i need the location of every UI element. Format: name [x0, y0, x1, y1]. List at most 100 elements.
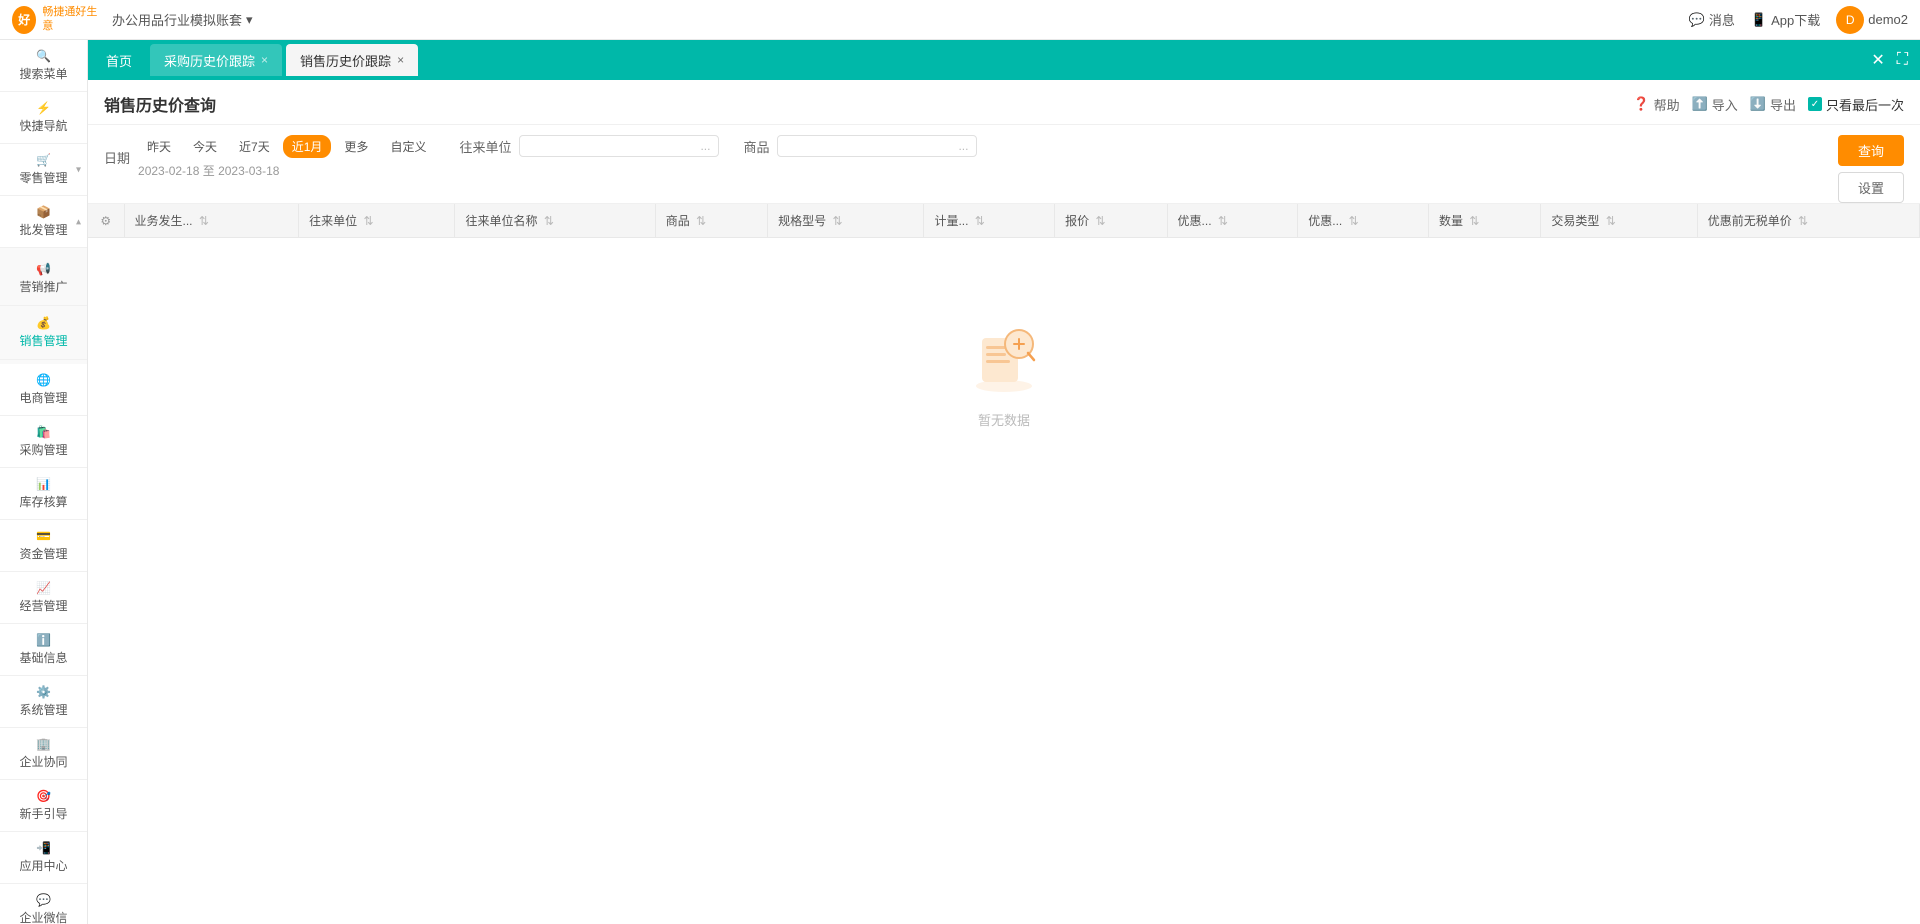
th-trade-type[interactable]: 交易类型 ⇅ — [1541, 204, 1697, 238]
date-btn-more[interactable]: 更多 — [335, 135, 377, 158]
help-label: 帮助 — [1654, 95, 1680, 114]
date-btn-custom[interactable]: 自定义 — [381, 135, 435, 158]
sort-icon: ⇅ — [363, 214, 373, 228]
th-partner-name-label: 往来单位名称 — [465, 214, 537, 228]
tab-sales-close-icon[interactable]: × — [397, 53, 404, 67]
app-icon: 📲 — [36, 841, 51, 855]
date-btn-today[interactable]: 今天 — [184, 135, 226, 158]
page-header: 销售历史价查询 ❓ 帮助 ⬆️ 导入 ⬇️ 导出 ✓ 只看最后一次 — [88, 80, 1920, 125]
tab-purchase-history-label: 采购历史价跟踪 — [164, 51, 255, 70]
sort-icon: ⇅ — [1218, 214, 1228, 228]
th-biz-date[interactable]: 业务发生... ⇅ — [124, 204, 299, 238]
only-last-checkbox[interactable]: ✓ 只看最后一次 — [1808, 95, 1904, 114]
th-product[interactable]: 商品 ⇅ — [655, 204, 767, 238]
header-dropdown[interactable]: 办公用品行业模拟账套 ▾ — [100, 10, 1689, 29]
tab-sales-history[interactable]: 销售历史价跟踪 × — [286, 44, 418, 76]
th-discount1[interactable]: 优惠... ⇅ — [1167, 204, 1298, 238]
th-unit[interactable]: 计量... ⇅ — [924, 204, 1055, 238]
query-button[interactable]: 查询 — [1838, 135, 1904, 166]
filter-area: 日期 昨天 今天 近7天 近1月 更多 自定义 2023-02-18 至 202… — [88, 125, 1920, 204]
sidebar-item-label: 库存核算 — [19, 493, 67, 510]
th-partner-name[interactable]: 往来单位名称 ⇅ — [455, 204, 655, 238]
avatar: D — [1836, 6, 1864, 34]
message-label: 消息 — [1709, 10, 1735, 29]
sidebar-item-search[interactable]: 🔍 搜索菜单 — [0, 40, 87, 92]
sidebar-item-label: 资金管理 — [19, 545, 67, 562]
data-table: ⚙ 业务发生... ⇅ 往来单位 ⇅ 往来单位名称 ⇅ — [88, 204, 1920, 238]
th-discount2-label: 优惠... — [1308, 214, 1342, 228]
sidebar-item-guide[interactable]: 🎯 新手引导 — [0, 780, 87, 832]
th-quantity[interactable]: 数量 ⇅ — [1428, 204, 1540, 238]
tab-close-all-icon[interactable]: ✕ — [1871, 50, 1884, 70]
message-btn[interactable]: 💬 消息 — [1689, 10, 1735, 29]
sidebar-item-sales[interactable]: 💰 销售管理 — [0, 306, 87, 360]
date-btn-yesterday[interactable]: 昨天 — [138, 135, 180, 158]
chevron-down-icon: ▾ — [76, 164, 81, 175]
sidebar-item-system[interactable]: ⚙️ 系统管理 — [0, 676, 87, 728]
import-icon: ⬆️ — [1692, 96, 1708, 112]
sort-icon: ⇅ — [1469, 214, 1479, 228]
product-input[interactable]: ... — [777, 135, 977, 157]
sidebar-item-marketing[interactable]: 📢 营销推广 — [0, 252, 87, 306]
sidebar-item-retail[interactable]: 🛒 零售管理 ▾ — [0, 144, 87, 196]
sort-icon: ⇅ — [544, 214, 554, 228]
help-btn[interactable]: ❓ 帮助 — [1633, 95, 1679, 114]
retail-icon: 🛒 — [36, 153, 51, 167]
export-icon: ⬇️ — [1750, 96, 1766, 112]
sidebar-item-app-center[interactable]: 📲 应用中心 — [0, 832, 87, 884]
sort-icon: ⇅ — [1096, 214, 1106, 228]
date-filter-group: 日期 昨天 今天 近7天 近1月 更多 自定义 2023-02-18 至 202… — [104, 135, 435, 179]
date-btn-7days[interactable]: 近7天 — [230, 135, 279, 158]
sidebar-item-label: 企业微信 — [19, 909, 67, 924]
sidebar-item-enterprise[interactable]: 🏢 企业协同 — [0, 728, 87, 780]
tab-fullscreen-icon[interactable]: ⛶ — [1897, 51, 1908, 69]
sidebar-item-wx[interactable]: 💬 企业微信 — [0, 884, 87, 924]
sort-icon: ⇅ — [199, 214, 209, 228]
sidebar-item-finance[interactable]: 💳 资金管理 — [0, 520, 87, 572]
th-discount1-label: 优惠... — [1178, 214, 1212, 228]
product-filter-group: 商品 ... — [743, 135, 977, 157]
sidebar-item-purchase[interactable]: 🛍️ 采购管理 — [0, 416, 87, 468]
system-icon: ⚙️ — [36, 685, 51, 699]
sort-icon: ⇅ — [975, 214, 985, 228]
th-settings[interactable]: ⚙ — [88, 204, 124, 238]
th-quote[interactable]: 报价 ⇅ — [1055, 204, 1167, 238]
export-btn[interactable]: ⬇️ 导出 — [1750, 95, 1796, 114]
sort-icon: ⇅ — [1798, 214, 1808, 228]
sidebar-item-label: 批发管理 — [19, 221, 67, 238]
th-spec[interactable]: 规格型号 ⇅ — [768, 204, 924, 238]
tab-purchase-close-icon[interactable]: × — [261, 53, 268, 67]
partner-input[interactable]: ... — [519, 135, 719, 157]
user-name: demo2 — [1868, 12, 1908, 27]
user-avatar-area[interactable]: D demo2 — [1836, 6, 1908, 34]
sidebar-item-ecommerce[interactable]: 🌐 电商管理 — [0, 364, 87, 416]
tab-home[interactable]: 首页 — [92, 44, 146, 76]
sidebar-item-operations[interactable]: 📈 经营管理 — [0, 572, 87, 624]
tab-purchase-history[interactable]: 采购历史价跟踪 × — [150, 44, 282, 76]
date-btn-1month[interactable]: 近1月 — [283, 135, 332, 158]
chevron-up-icon: ▴ — [76, 216, 81, 227]
logo-area: 好 畅捷通好生意 — [12, 6, 100, 34]
import-btn[interactable]: ⬆️ 导入 — [1692, 95, 1738, 114]
sidebar-item-inventory[interactable]: 📊 库存核算 — [0, 468, 87, 520]
sidebar-item-label: 新手引导 — [19, 805, 67, 822]
sales-icon: 💰 — [36, 316, 51, 330]
sidebar-item-wholesale[interactable]: 📦 批发管理 ▴ — [0, 196, 87, 248]
th-discount2[interactable]: 优惠... ⇅ — [1298, 204, 1429, 238]
app-download-label: App下载 — [1771, 10, 1820, 29]
sidebar-item-basic-info[interactable]: ℹ️ 基础信息 — [0, 624, 87, 676]
finance-icon: 💳 — [36, 529, 51, 543]
sidebar-item-label: 系统管理 — [19, 701, 67, 718]
sidebar-item-label: 基础信息 — [19, 649, 67, 666]
import-label: 导入 — [1712, 95, 1738, 114]
logo-text: 畅捷通好生意 — [42, 6, 100, 32]
sidebar-item-label: 应用中心 — [19, 857, 67, 874]
app-download-btn[interactable]: 📱 App下载 — [1751, 10, 1820, 29]
setting-button[interactable]: 设置 — [1838, 172, 1904, 203]
sidebar-item-quick-nav[interactable]: ⚡ 快捷导航 — [0, 92, 87, 144]
th-pretax-price[interactable]: 优惠前无税单价 ⇅ — [1697, 204, 1919, 238]
header-dropdown-text: 办公用品行业模拟账套 — [112, 10, 242, 29]
th-partner-code[interactable]: 往来单位 ⇅ — [299, 204, 455, 238]
ecommerce-icon: 🌐 — [36, 373, 51, 387]
sort-icon: ⇅ — [1606, 214, 1616, 228]
